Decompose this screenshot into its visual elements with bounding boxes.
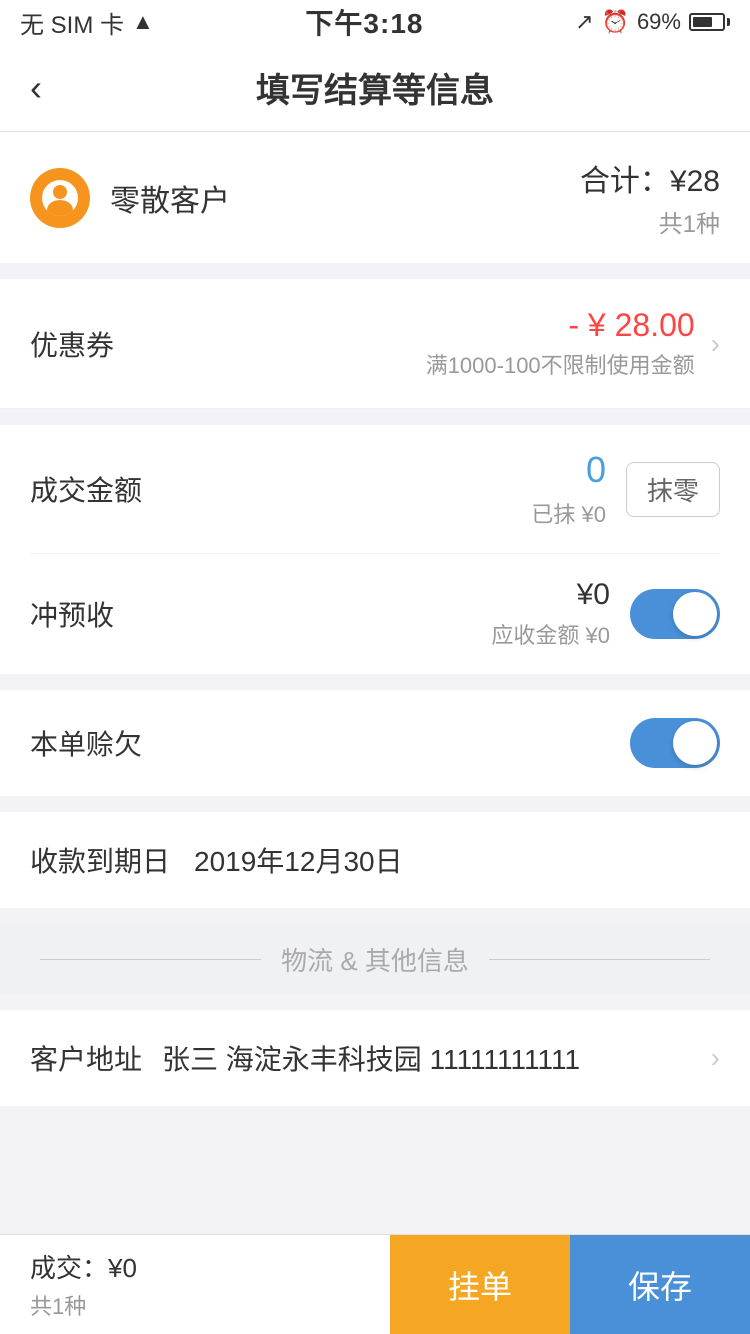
battery-icon	[689, 13, 730, 31]
coupon-desc: 满1000-100不限制使用金额	[426, 348, 695, 380]
transaction-sub: 已抹 ¥0	[531, 497, 606, 529]
address-section[interactable]: 客户地址 张三 海淀永丰科技园 11111111111 ›	[0, 1010, 750, 1106]
customer-name: 零散客户	[110, 176, 230, 220]
footer-deal-label: 成交：	[30, 1253, 108, 1283]
alarm-icon: ⏰	[602, 9, 629, 35]
divider-section: 物流 & 其他信息	[0, 924, 750, 994]
prepay-row: 冲预收 ¥0 应收金额 ¥0	[30, 554, 720, 674]
amount-section: 成交金额 0 已抹 ¥0 抹零 冲预收 ¥0 应收金额 ¥0	[0, 425, 750, 674]
status-bar: 无 SIM 卡 ▲ 下午3:18 ↗ ⏰ 69%	[0, 0, 750, 44]
status-right: ↗ ⏰ 69%	[575, 9, 730, 35]
address-chevron: ›	[711, 1042, 720, 1074]
coupon-row[interactable]: 优惠券 - ¥ 28.00 满1000-100不限制使用金额 ›	[0, 279, 750, 409]
footer-info: 成交：¥0 共1种	[0, 1235, 390, 1334]
back-button[interactable]: ‹	[30, 67, 42, 109]
debit-label: 本单赊欠	[30, 723, 142, 763]
transaction-amount-row: 成交金额 0 已抹 ¥0 抹零	[30, 425, 720, 554]
page-title: 填写结算等信息	[256, 63, 494, 112]
footer-deal: 成交：¥0	[30, 1248, 360, 1285]
divider-text: 物流 & 其他信息	[281, 941, 469, 978]
transaction-value-box: 0 已抹 ¥0 抹零	[531, 449, 720, 529]
wifi-icon: ▲	[132, 9, 154, 35]
status-left: 无 SIM 卡 ▲	[20, 5, 154, 40]
content-area: 零散客户 合计：¥28 共1种 优惠券 - ¥ 28.00 满1000-100不…	[0, 132, 750, 1222]
transaction-label: 成交金额	[30, 469, 142, 509]
address-label: 客户地址	[30, 1038, 142, 1078]
customer-total: 合计：¥28 共1种	[580, 156, 720, 239]
hold-button[interactable]: 挂单	[390, 1235, 570, 1334]
customer-info: 零散客户	[30, 168, 230, 228]
prepay-value: ¥0	[491, 578, 610, 612]
battery-percent: 69%	[637, 9, 681, 35]
coupon-value: - ¥ 28.00	[426, 307, 695, 344]
avatar-icon	[42, 180, 78, 216]
prepay-value-box: ¥0 应收金额 ¥0	[491, 578, 720, 650]
debit-toggle[interactable]	[630, 718, 720, 768]
prepay-label: 冲预收	[30, 594, 114, 634]
save-button[interactable]: 保存	[570, 1235, 750, 1334]
coupon-value-col: - ¥ 28.00 满1000-100不限制使用金额	[426, 307, 695, 380]
address-value: 张三 海淀永丰科技园 11111111111	[162, 1038, 711, 1078]
duedate-label: 收款到期日	[30, 840, 170, 880]
coupon-chevron: ›	[711, 328, 720, 360]
coupon-section: 优惠券 - ¥ 28.00 满1000-100不限制使用金额 ›	[0, 279, 750, 409]
transaction-value: 0	[531, 449, 606, 491]
prepay-sub: 应收金额 ¥0	[491, 618, 610, 650]
roundup-button[interactable]: 抹零	[626, 462, 720, 517]
coupon-right: - ¥ 28.00 满1000-100不限制使用金额 ›	[426, 307, 720, 380]
location-icon: ↗	[575, 9, 593, 35]
coupon-label: 优惠券	[30, 324, 114, 364]
footer-deal-value: ¥0	[108, 1253, 137, 1283]
duedate-value: 2019年12月30日	[194, 840, 403, 880]
footer-count: 共1种	[30, 1289, 360, 1321]
customer-row: 零散客户 合计：¥28 共1种	[0, 132, 750, 263]
total-amount: 合计：¥28	[580, 156, 720, 200]
nav-bar: ‹ 填写结算等信息	[0, 44, 750, 132]
avatar	[30, 168, 90, 228]
prepay-right-col: ¥0 应收金额 ¥0	[491, 578, 610, 650]
footer: 成交：¥0 共1种 挂单 保存	[0, 1234, 750, 1334]
total-count: 共1种	[580, 204, 720, 239]
toggle-thumb	[673, 592, 717, 636]
duedate-section: 收款到期日 2019年12月30日	[0, 812, 750, 908]
prepay-toggle[interactable]	[630, 589, 720, 639]
transaction-right-col: 0 已抹 ¥0	[531, 449, 606, 529]
status-time: 下午3:18	[305, 2, 423, 42]
debit-section: 本单赊欠	[0, 690, 750, 796]
debit-toggle-thumb	[673, 721, 717, 765]
divider-line: 物流 & 其他信息	[0, 941, 750, 978]
carrier-text: 无 SIM 卡	[20, 5, 124, 40]
duedate-row: 收款到期日 2019年12月30日	[30, 840, 720, 880]
